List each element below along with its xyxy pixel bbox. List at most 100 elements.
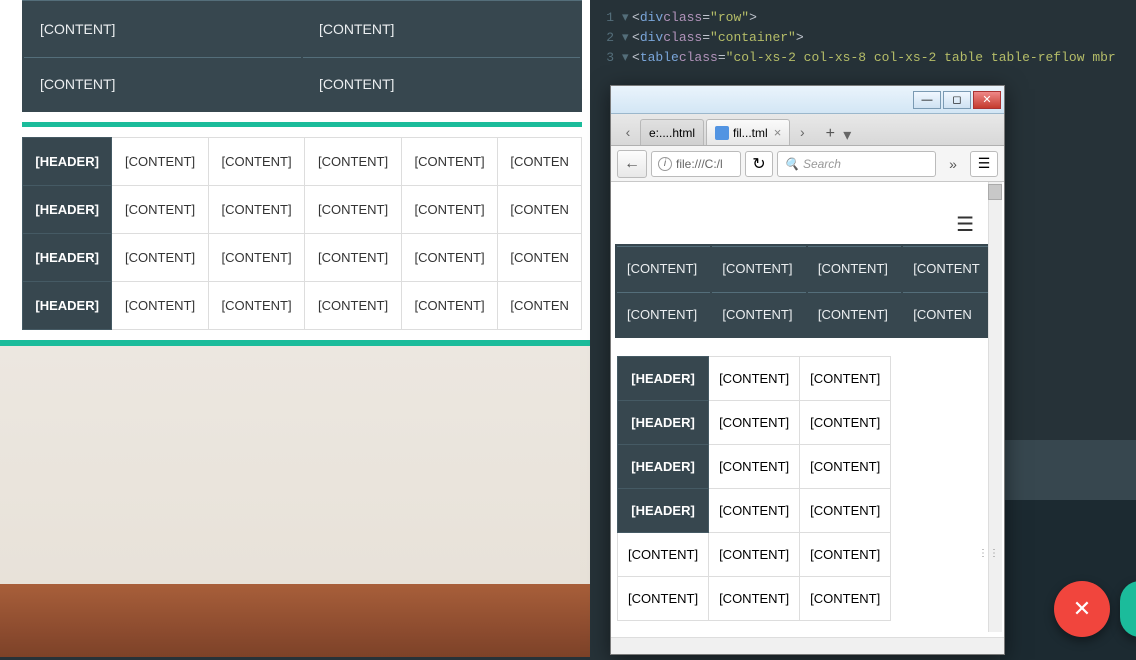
window-titlebar[interactable]: — ◻ ✕ [611, 86, 1004, 114]
table-row: [HEADER] [CONTENT] [CONTENT] [CONTENT] [… [23, 138, 582, 186]
background-band [1000, 440, 1136, 500]
viewport-dark-table: [CONTENT] [CONTENT] [CONTENT] [CONTENT [… [615, 244, 995, 338]
cell: [CONTENT] [618, 577, 709, 621]
cell: [CONTENT] [800, 489, 891, 533]
tab-scroll-left-icon[interactable]: ‹ [617, 119, 639, 145]
cell: [CONTENT] [617, 246, 710, 290]
cell: [CONTENT] [800, 577, 891, 621]
code-editor[interactable]: 1▾ <div class="row"> 2▾ <div class="cont… [590, 0, 1136, 80]
table-row: [HEADER] [CONTENT] [CONTENT] [CONTENT] [… [23, 186, 582, 234]
left-preview-panel: [CONTENT] [CONTENT] [CONTENT] [CONTENT] … [0, 0, 590, 657]
cell: [CONTEN [498, 138, 582, 186]
tab-active[interactable]: fil...tml × [706, 119, 790, 145]
table-row: [HEADER] [CONTENT] [CONTENT] [618, 401, 891, 445]
tab-inactive[interactable]: e:....html [640, 119, 704, 145]
header-cell: [HEADER] [618, 445, 709, 489]
cell: [CONTENT] [808, 246, 901, 290]
cell: [CONTENT] [401, 282, 498, 330]
maximize-button[interactable]: ◻ [943, 91, 971, 109]
menu-button[interactable]: ☰ [970, 151, 998, 177]
cell: [CONTENT] [112, 138, 209, 186]
cell: [CONTENT] [208, 282, 305, 330]
code-line[interactable]: 3▾ <table class="col-xs-2 col-xs-8 col-x… [594, 48, 1132, 68]
overflow-icon[interactable]: » [940, 151, 966, 177]
table-row: [HEADER] [CONTENT] [CONTENT] [618, 357, 891, 401]
table-row: [HEADER] [CONTENT] [CONTENT] [618, 445, 891, 489]
table-row: [HEADER] [CONTENT] [CONTENT] [618, 489, 891, 533]
fab-close-button[interactable]: ✕ [1054, 581, 1110, 637]
cell: [CONTEN [498, 234, 582, 282]
cell: [CONTENT] [709, 401, 800, 445]
cell: [CONTENT] [617, 292, 710, 336]
table-row: [CONTENT] [CONTENT] [CONTENT] [618, 577, 891, 621]
divider-teal [22, 122, 582, 127]
cell: [CONTENT] [800, 357, 891, 401]
table-row: [CONTENT] [CONTENT] [CONTENT] [618, 533, 891, 577]
tab-label: e:....html [649, 126, 695, 140]
minimize-button[interactable]: — [913, 91, 941, 109]
close-tab-icon[interactable]: × [774, 125, 782, 140]
cell: [CONTENT] [112, 282, 209, 330]
table-row: [CONTENT] [CONTENT] [24, 57, 580, 110]
reflow-table: [HEADER] [CONTENT] [CONTENT] [CONTENT] [… [22, 137, 582, 330]
cell: [CONTENT] [709, 577, 800, 621]
browser-viewport[interactable]: ☰ [CONTENT] [CONTENT] [CONTENT] [CONTENT… [611, 182, 1004, 654]
scrollbar-horizontal[interactable] [611, 637, 1004, 654]
cell: [CONTENT] [800, 445, 891, 489]
cell: [CONTENT] [112, 234, 209, 282]
code-line[interactable]: 1▾ <div class="row"> [594, 8, 1132, 28]
header-cell: [HEADER] [23, 282, 112, 330]
close-icon: ✕ [1073, 596, 1091, 622]
cell: [CONTENT] [303, 3, 580, 55]
background-band-dark [1000, 500, 1136, 660]
scrollbar-vertical[interactable] [988, 182, 1002, 632]
dark-content-table: [CONTENT] [CONTENT] [CONTENT] [CONTENT] [22, 0, 582, 112]
fold-icon[interactable]: ▾ [622, 48, 632, 68]
close-button[interactable]: ✕ [973, 91, 1001, 109]
cell: [CONTENT] [712, 292, 805, 336]
table-row: [HEADER] [CONTENT] [CONTENT] [CONTENT] [… [23, 282, 582, 330]
address-bar: ← i file:///C:/l ↻ 🔍 Search » ☰ [611, 146, 1004, 182]
cell: [CONTEN [903, 292, 993, 336]
header-cell: [HEADER] [23, 186, 112, 234]
cell: [CONTENT] [305, 138, 402, 186]
search-placeholder: Search [803, 157, 841, 171]
cell: [CONTENT] [401, 234, 498, 282]
cell: [CONTENT] [800, 533, 891, 577]
code-line[interactable]: 2▾ <div class="container"> [594, 28, 1132, 48]
cell: [CONTENT] [709, 533, 800, 577]
tabs-dropdown-icon[interactable]: ▾ [843, 125, 851, 145]
cell: [CONTENT] [808, 292, 901, 336]
table-row: [CONTENT] [CONTENT] [24, 3, 580, 55]
cell: [CONTENT] [709, 357, 800, 401]
cell: [CONTENT] [305, 282, 402, 330]
cell: [CONTENT] [305, 234, 402, 282]
line-number: 2 [594, 28, 622, 48]
tab-scroll-right-icon[interactable]: › [791, 119, 813, 145]
cell: [CONTENT] [24, 57, 301, 110]
fold-icon[interactable]: ▾ [622, 8, 632, 28]
fold-icon[interactable]: ▾ [622, 28, 632, 48]
scroll-thumb[interactable] [988, 184, 1002, 200]
table-row: [CONTENT] [CONTENT] [CONTENT] [CONTEN [617, 292, 993, 336]
cell: [CONTENT] [303, 57, 580, 110]
info-icon[interactable]: i [658, 157, 672, 171]
cell: [CONTENT] [24, 3, 301, 55]
favicon-icon [715, 126, 729, 140]
hero-image [0, 346, 590, 657]
search-field[interactable]: 🔍 Search [777, 151, 936, 177]
back-button[interactable]: ← [617, 150, 647, 178]
cell: [CONTENT] [709, 489, 800, 533]
reload-button[interactable]: ↻ [745, 151, 773, 177]
new-tab-button[interactable]: + [819, 123, 841, 145]
cell: [CONTENT] [208, 138, 305, 186]
hamburger-icon[interactable]: ☰ [956, 212, 974, 237]
cell: [CONTENT] [618, 533, 709, 577]
url-field[interactable]: i file:///C:/l [651, 151, 741, 177]
tab-bar: ‹ e:....html fil...tml × › + ▾ [611, 114, 1004, 146]
cell: [CONTENT] [112, 186, 209, 234]
table-row: [CONTENT] [CONTENT] [CONTENT] [CONTENT [617, 246, 993, 290]
cell: [CONTENT] [208, 186, 305, 234]
scroll-grip-icon[interactable]: ⋮⋮ [978, 552, 1000, 556]
cell: [CONTENT] [305, 186, 402, 234]
